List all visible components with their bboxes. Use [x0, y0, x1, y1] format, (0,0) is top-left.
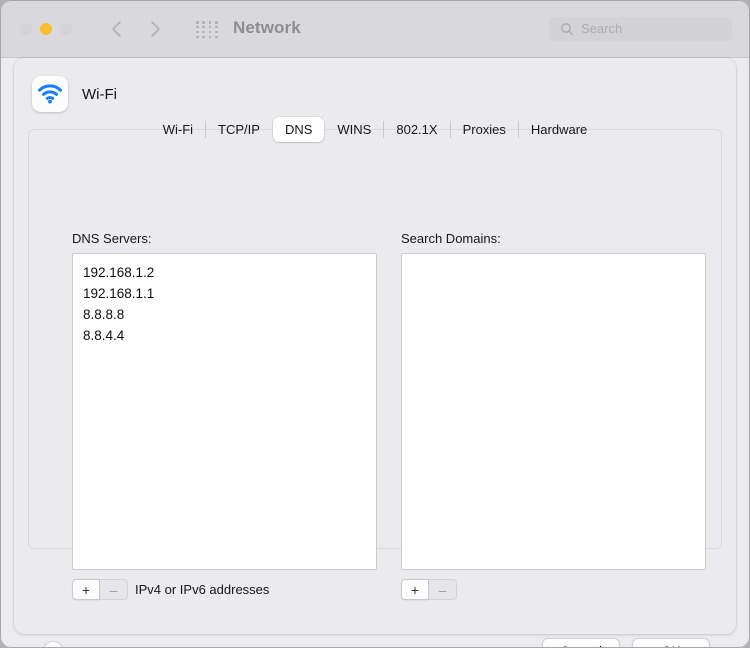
minimize-button[interactable]: [40, 23, 52, 35]
list-item[interactable]: 8.8.4.4: [73, 325, 376, 346]
tab-hardware[interactable]: Hardware: [519, 117, 599, 142]
forward-chevron-icon[interactable]: [146, 18, 164, 40]
dns-servers-label: DNS Servers:: [72, 231, 152, 246]
list-item[interactable]: 192.168.1.1: [73, 283, 376, 304]
search-domains-add-remove-group: + –: [401, 579, 457, 600]
navigation-arrows: [108, 18, 164, 40]
dns-servers-hint: IPv4 or IPv6 addresses: [135, 582, 270, 597]
tab-bar: Wi-Fi TCP/IP DNS WINS 802.1X Proxies Har…: [14, 117, 736, 142]
service-header: Wi-Fi: [32, 76, 117, 112]
zoom-button[interactable]: [60, 23, 72, 35]
search-input[interactable]: Search: [549, 17, 732, 41]
tab-wins[interactable]: WINS: [325, 117, 383, 142]
add-search-domain-button[interactable]: +: [401, 579, 429, 600]
dns-servers-items: 192.168.1.2 192.168.1.1 8.8.8.8 8.8.4.4: [73, 254, 376, 346]
search-domains-items: [402, 254, 705, 262]
show-all-grid-icon[interactable]: [196, 21, 220, 39]
dns-settings-sheet: Wi-Fi Wi-Fi TCP/IP DNS WINS 802.1X Proxi…: [14, 58, 736, 648]
traffic-light-group: [20, 23, 72, 35]
page-title: Network: [233, 18, 301, 37]
dns-servers-add-remove-group: + –: [72, 579, 128, 600]
search-placeholder: Search: [581, 21, 623, 36]
search-domains-list[interactable]: [401, 253, 706, 570]
ok-button[interactable]: OK: [632, 638, 710, 648]
remove-dns-server-button[interactable]: –: [100, 579, 128, 600]
remove-search-domain-button[interactable]: –: [429, 579, 457, 600]
window-toolbar: Network Search: [0, 0, 750, 58]
list-item[interactable]: 192.168.1.2: [73, 262, 376, 283]
list-item[interactable]: 8.8.8.8: [73, 304, 376, 325]
sheet-footer-buttons: Cancel OK: [542, 638, 710, 648]
tab-proxies[interactable]: Proxies: [451, 117, 518, 142]
close-button[interactable]: [20, 23, 32, 35]
tab-tcpip[interactable]: TCP/IP: [206, 117, 272, 142]
back-chevron-icon[interactable]: [108, 18, 126, 40]
service-name: Wi-Fi: [82, 85, 117, 103]
add-dns-server-button[interactable]: +: [72, 579, 100, 600]
tab-wifi[interactable]: Wi-Fi: [151, 117, 205, 142]
search-icon: [560, 22, 574, 36]
cancel-button[interactable]: Cancel: [542, 638, 620, 648]
tab-list: Wi-Fi TCP/IP DNS WINS 802.1X Proxies Har…: [151, 117, 600, 142]
dns-servers-list[interactable]: 192.168.1.2 192.168.1.1 8.8.8.8 8.8.4.4: [72, 253, 377, 570]
network-preferences-window: Network Search Wi-Fi Wi-Fi TCP/IP DNS WI…: [0, 0, 750, 648]
help-button[interactable]: ?: [42, 641, 64, 648]
search-domains-label: Search Domains:: [401, 231, 501, 246]
tab-dns[interactable]: DNS: [272, 117, 325, 142]
tab-8021x[interactable]: 802.1X: [384, 117, 449, 142]
wifi-icon: [32, 76, 68, 112]
